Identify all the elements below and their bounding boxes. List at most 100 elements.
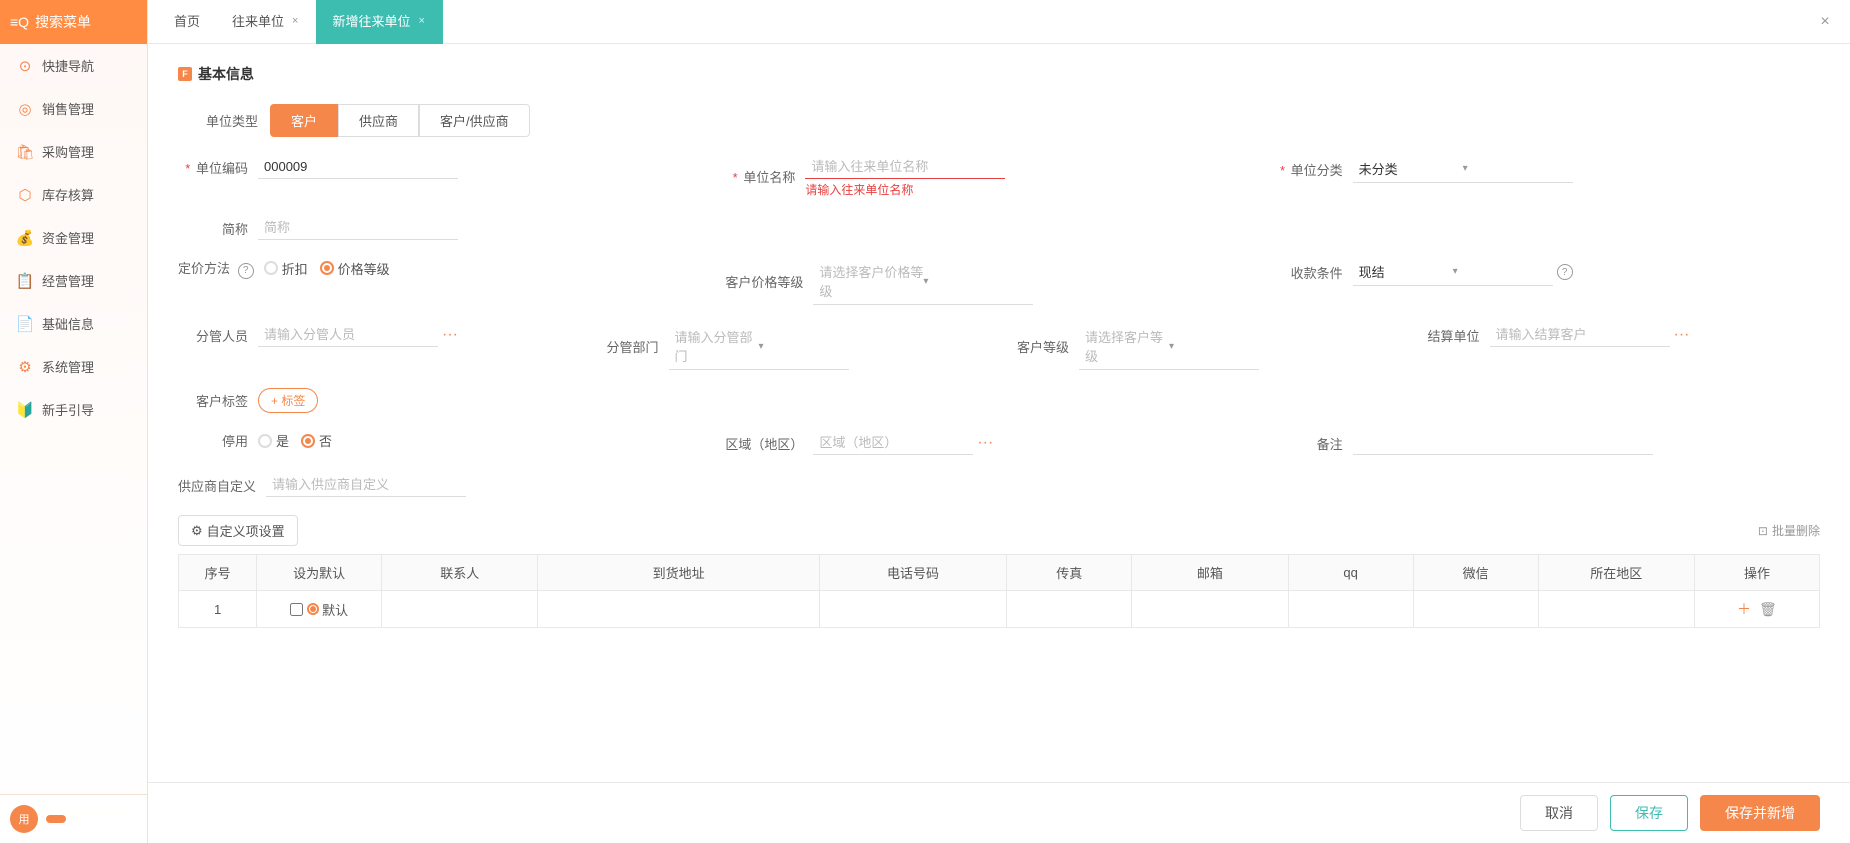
disabled-no-option[interactable]: 否 xyxy=(301,431,332,450)
field-pricing-method: 定价方法 ? 折扣 价格等级 xyxy=(178,258,725,279)
sidebar-item-sales[interactable]: ◎ 销售管理 xyxy=(0,87,147,130)
tab-partner-list[interactable]: 往来单位 × xyxy=(216,0,316,44)
remarks-input[interactable] xyxy=(1353,431,1653,455)
customer-level-select[interactable]: 请选择客户等级 ▾ xyxy=(1079,323,1259,370)
form-row-supplier-custom: 供应商自定义 xyxy=(178,473,1820,497)
sidebar-item-system[interactable]: ⚙ 系统管理 xyxy=(0,345,147,388)
sidebar-label-basic: 基础信息 xyxy=(42,314,94,333)
table-header-row: 序号 设为默认 联系人 到货地址 电话号码 传真 邮箱 qq 微信 所在地区 操… xyxy=(179,555,1820,591)
col-wechat: 微信 xyxy=(1413,555,1538,591)
tab-new-partner[interactable]: 新增往来单位 × xyxy=(316,0,442,44)
form-footer: 取消 保存 保存并新增 xyxy=(148,782,1850,843)
customer-tag-label: 客户标签 xyxy=(178,391,258,410)
sidebar-item-operation[interactable]: 📋 经营管理 xyxy=(0,259,147,302)
batch-delete-button[interactable]: ⊡ 批量删除 xyxy=(1758,522,1820,539)
settlement-unit-more-button[interactable]: ··· xyxy=(1670,326,1694,344)
tab-partner-list-label: 往来单位 xyxy=(232,11,284,30)
pricing-radio-group: 折扣 价格等级 xyxy=(264,259,390,278)
sidebar-item-purchase[interactable]: 🛍 采购管理 xyxy=(0,130,147,173)
cancel-button[interactable]: 取消 xyxy=(1520,795,1598,831)
disabled-yes-radio[interactable] xyxy=(258,434,272,448)
sidebar-item-basic[interactable]: 📄 基础信息 xyxy=(0,302,147,345)
region-more-button[interactable]: ··· xyxy=(973,434,997,452)
add-tag-button[interactable]: + 标签 xyxy=(258,388,318,413)
row-region xyxy=(1538,591,1694,628)
tab-new-partner-label: 新增往来单位 xyxy=(332,11,410,30)
pricing-level-radio[interactable] xyxy=(320,261,334,275)
sidebar-label-finance: 资金管理 xyxy=(42,228,94,247)
unit-type-both-button[interactable]: 客户/供应商 xyxy=(419,104,530,137)
payment-terms-select[interactable]: 现结 ▾ xyxy=(1353,258,1553,286)
row-qq xyxy=(1288,591,1413,628)
section-title: F 基本信息 xyxy=(178,64,1820,84)
window-close-button[interactable]: × xyxy=(1810,7,1840,37)
manager-more-button[interactable]: ··· xyxy=(438,326,462,344)
row-index: 1 xyxy=(179,591,257,628)
region-label: 区域（地区） xyxy=(725,434,813,453)
field-remarks: 备注 xyxy=(1273,431,1820,455)
pricing-help-icon[interactable]: ? xyxy=(238,263,254,279)
settlement-unit-input[interactable] xyxy=(1490,323,1670,347)
field-manager: 分管人员 ··· xyxy=(178,323,589,347)
form-area: F 基本信息 单位类型 客户 供应商 客户/供应商 * 单位编码 * 单位名称 xyxy=(148,44,1850,782)
search-menu-label: 搜索菜单 xyxy=(35,12,91,32)
save-button[interactable]: 保存 xyxy=(1610,795,1688,831)
purchase-icon: 🛍 xyxy=(16,143,34,161)
customer-price-level-select[interactable]: 请选择客户价格等级 ▾ xyxy=(813,258,1033,305)
main-area: 首页 往来单位 × 新增往来单位 × × F 基本信息 单位类型 客户 供应商 … xyxy=(148,0,1850,843)
short-name-input[interactable] xyxy=(258,216,458,240)
customer-price-level-arrow: ▾ xyxy=(923,276,1027,287)
department-label: 分管部门 xyxy=(589,337,669,356)
payment-terms-help-icon[interactable]: ? xyxy=(1557,264,1573,280)
unit-name-label: * 单位名称 xyxy=(725,167,805,186)
col-qq: qq xyxy=(1288,555,1413,591)
pricing-discount-radio[interactable] xyxy=(264,261,278,275)
section-title-text: 基本信息 xyxy=(198,64,254,84)
contact-table: 序号 设为默认 联系人 到货地址 电话号码 传真 邮箱 qq 微信 所在地区 操… xyxy=(178,554,1820,628)
sidebar: ≡Q 搜索菜单 ⊙ 快捷导航 ◎ 销售管理 🛍 采购管理 ⬡ 库存核算 💰 资金… xyxy=(0,0,148,843)
search-menu[interactable]: ≡Q 搜索菜单 xyxy=(0,0,147,44)
department-select[interactable]: 请输入分管部门 ▾ xyxy=(669,323,849,370)
field-department: 分管部门 请输入分管部门 ▾ xyxy=(589,323,1000,370)
col-region: 所在地区 xyxy=(1538,555,1694,591)
tab-partner-list-close[interactable]: × xyxy=(290,15,300,27)
unit-type-supplier-button[interactable]: 供应商 xyxy=(338,104,419,137)
row-default-radio[interactable] xyxy=(307,603,319,615)
inventory-icon: ⬡ xyxy=(16,186,34,204)
pricing-discount-option[interactable]: 折扣 xyxy=(264,259,308,278)
unit-category-select[interactable]: 未分类 ▾ xyxy=(1353,155,1573,183)
unit-name-field-wrapper: 请输入往来单位名称 xyxy=(805,155,1005,198)
manager-input[interactable] xyxy=(258,323,438,347)
col-default: 设为默认 xyxy=(257,555,382,591)
pricing-level-option[interactable]: 价格等级 xyxy=(320,259,390,278)
row-checkbox[interactable] xyxy=(290,603,303,616)
unit-category-arrow: ▾ xyxy=(1463,163,1567,174)
supplier-custom-input[interactable] xyxy=(266,473,466,497)
guide-icon: 🔰 xyxy=(16,401,34,419)
disabled-no-radio[interactable] xyxy=(301,434,315,448)
sidebar-item-inventory[interactable]: ⬡ 库存核算 xyxy=(0,173,147,216)
unit-code-input[interactable] xyxy=(258,155,458,179)
manager-label: 分管人员 xyxy=(178,326,258,345)
unit-name-input[interactable] xyxy=(805,155,1005,179)
custom-settings-button[interactable]: ⚙ 自定义项设置 xyxy=(178,515,298,546)
basic-icon: 📄 xyxy=(16,315,34,333)
field-unit-category: * 单位分类 未分类 ▾ xyxy=(1273,155,1820,183)
row-add-button[interactable]: ＋ xyxy=(1737,599,1751,619)
save-and-new-button[interactable]: 保存并新增 xyxy=(1700,795,1820,831)
region-input[interactable] xyxy=(813,431,973,455)
sidebar-item-finance[interactable]: 💰 资金管理 xyxy=(0,216,147,259)
batch-delete-icon: ⊡ xyxy=(1758,524,1768,538)
sidebar-item-guide[interactable]: 🔰 新手引导 xyxy=(0,388,147,431)
field-settlement-unit: 结算单位 ··· xyxy=(1410,323,1821,347)
disabled-yes-option[interactable]: 是 xyxy=(258,431,289,450)
add-tag-label: + 标签 xyxy=(271,392,305,409)
row-phone xyxy=(819,591,1007,628)
sidebar-item-quick-nav[interactable]: ⊙ 快捷导航 xyxy=(0,44,147,87)
row-delete-button[interactable]: 🗑 xyxy=(1759,601,1777,618)
unit-type-customer-button[interactable]: 客户 xyxy=(270,104,338,137)
short-name-label: 简称 xyxy=(178,219,258,238)
unit-name-error: 请输入往来单位名称 xyxy=(805,181,1005,198)
tab-home[interactable]: 首页 xyxy=(158,0,216,44)
tab-new-partner-close[interactable]: × xyxy=(416,15,426,27)
